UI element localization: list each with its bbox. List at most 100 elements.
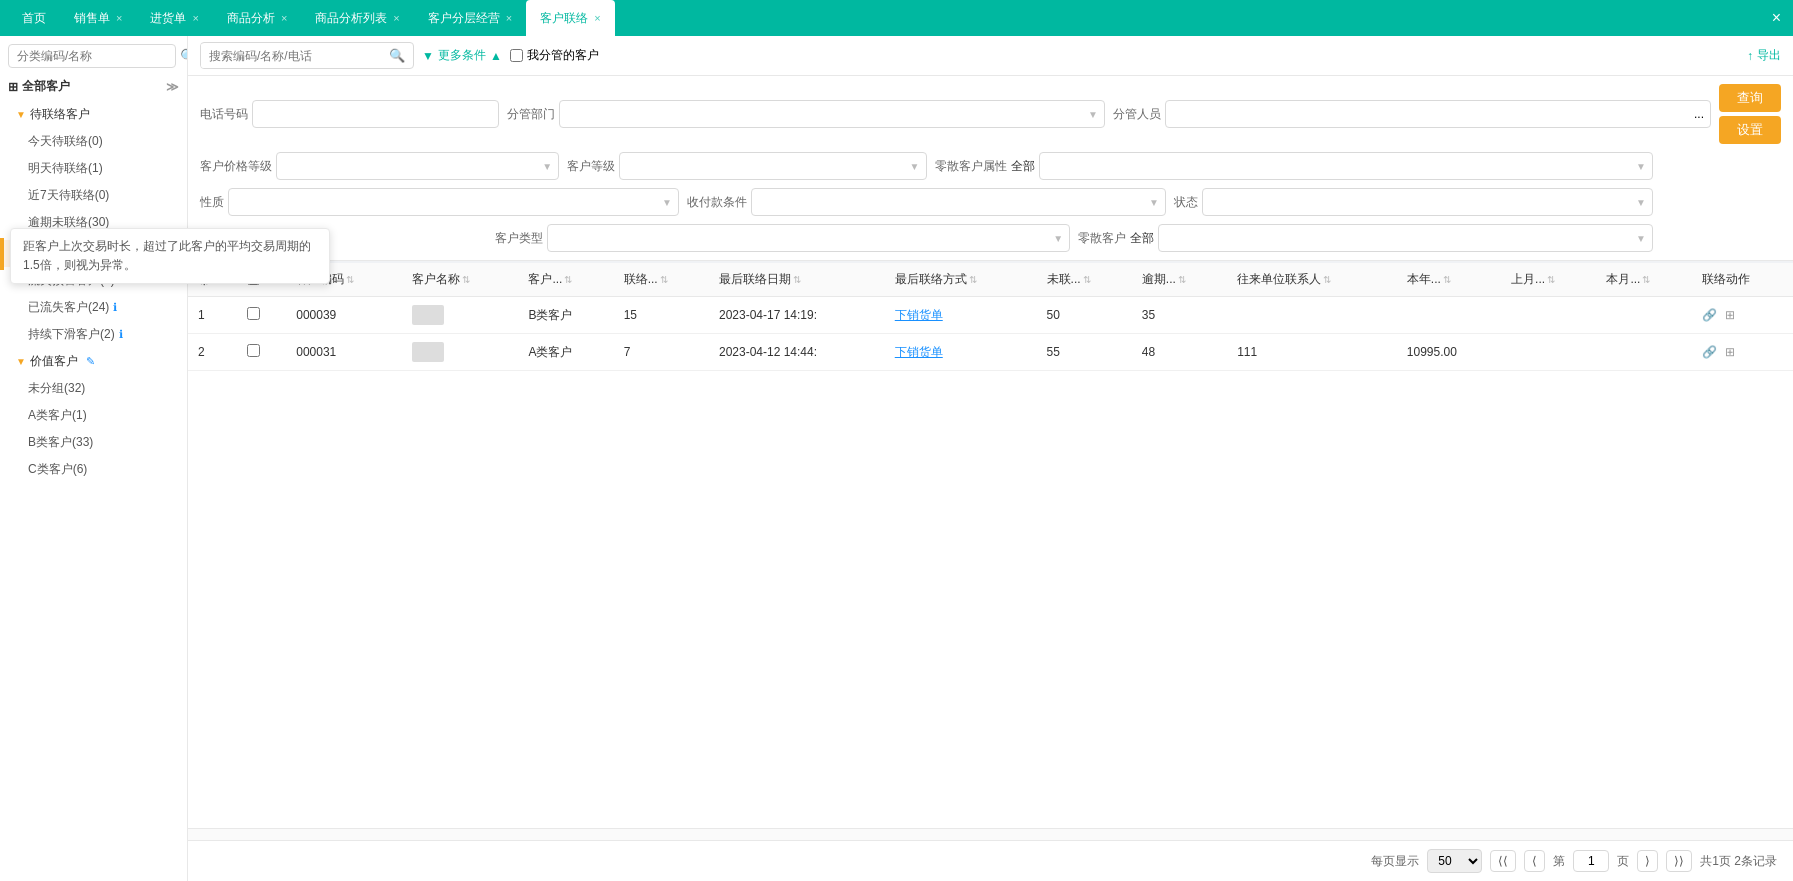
nav-item-analysis-list[interactable]: 商品分析列表 ×: [301, 0, 413, 36]
nav-close-purchase[interactable]: ×: [192, 12, 198, 24]
sidebar-item-ungroup[interactable]: 未分组(32): [0, 375, 187, 402]
th-type[interactable]: 客户...⇅: [518, 263, 613, 297]
td-checkbox-2[interactable]: [237, 334, 286, 371]
nav-close-analysis-list[interactable]: ×: [393, 12, 399, 24]
contact-icon-2[interactable]: 🔗: [1702, 345, 1717, 359]
my-customers-label: 我分管的客户: [527, 47, 599, 64]
status-select[interactable]: ▼: [1202, 188, 1653, 216]
th-this-month[interactable]: 本月...⇅: [1596, 263, 1691, 297]
sort-overdue-icon[interactable]: ⇅: [1178, 274, 1186, 285]
sort-last-date-icon[interactable]: ⇅: [793, 274, 801, 285]
nav-item-analysis[interactable]: 商品分析 ×: [213, 0, 301, 36]
sidebar-pending-header[interactable]: ▼ 待联络客户: [0, 101, 187, 128]
sidebar-item-7days[interactable]: 近7天待联络(0): [0, 182, 187, 209]
customer-level-select[interactable]: ▼: [619, 152, 926, 180]
sort-lmonth-icon[interactable]: ⇅: [1547, 274, 1555, 285]
phone-input[interactable]: [252, 100, 499, 128]
sidebar-all-customers[interactable]: ⊞ 全部客户 ≫: [0, 72, 187, 101]
td-last-method-2[interactable]: 下销货单: [885, 334, 1037, 371]
sidebar-item-b-class[interactable]: B类客户(33): [0, 429, 187, 456]
export-icon: ↑: [1747, 49, 1753, 63]
page-suffix: 页: [1617, 853, 1629, 870]
row1-checkbox[interactable]: [247, 307, 260, 320]
sidebar-item-a-class[interactable]: A类客户(1): [0, 402, 187, 429]
main-search-icon[interactable]: 🔍: [381, 43, 413, 68]
per-page-select[interactable]: 50 100 200: [1427, 849, 1482, 873]
already-lost-info-icon[interactable]: ℹ: [113, 301, 117, 314]
td-code-1: 000039: [286, 297, 402, 334]
filter-icon: ▼: [422, 49, 434, 63]
nav-item-contact[interactable]: 客户联络 ×: [526, 0, 614, 36]
nav-item-home[interactable]: 首页: [8, 0, 60, 36]
td-checkbox-1[interactable]: [237, 297, 286, 334]
declining-info-icon[interactable]: ℹ: [119, 328, 123, 341]
sort-code-icon[interactable]: ⇅: [346, 274, 354, 285]
value-edit-icon[interactable]: ✎: [86, 355, 95, 368]
retail-select[interactable]: ▼: [1158, 224, 1653, 252]
td-overdue-2: 48: [1132, 334, 1227, 371]
retail-attr-select[interactable]: ▼: [1039, 152, 1654, 180]
close-all-button[interactable]: ×: [1772, 9, 1781, 27]
gender-select[interactable]: ▼: [228, 188, 679, 216]
nav-close-sales[interactable]: ×: [116, 12, 122, 24]
sidebar-item-already-lost[interactable]: 已流失客户(24) ℹ: [0, 294, 187, 321]
row2-checkbox[interactable]: [247, 344, 260, 357]
sort-year-icon[interactable]: ⇅: [1443, 274, 1451, 285]
sidebar-item-c-class[interactable]: C类客户(6): [0, 456, 187, 483]
sort-unit-icon[interactable]: ⇅: [1323, 274, 1331, 285]
nav-close-segmentation[interactable]: ×: [506, 12, 512, 24]
sidebar-item-declining[interactable]: 持续下滑客户(2) ℹ: [0, 321, 187, 348]
sort-type-icon[interactable]: ⇅: [564, 274, 572, 285]
sort-uncontact-icon[interactable]: ⇅: [1083, 274, 1091, 285]
nav-item-purchase[interactable]: 进货单 ×: [136, 0, 212, 36]
nav-item-sales[interactable]: 销售单 ×: [60, 0, 136, 36]
person-select[interactable]: ...: [1165, 100, 1711, 128]
qr-icon-2[interactable]: ⊞: [1725, 345, 1735, 359]
my-customers-checkbox[interactable]: [510, 49, 523, 62]
sort-name-icon[interactable]: ⇅: [462, 274, 470, 285]
customer-type-select[interactable]: ▼: [547, 224, 1070, 252]
more-conditions-btn[interactable]: ▼ 更多条件 ▲: [422, 47, 502, 64]
prev-page-btn[interactable]: ⟨: [1524, 850, 1545, 872]
th-last-method[interactable]: 最后联络方式⇅: [885, 263, 1037, 297]
sidebar-collapse-btn[interactable]: ≫: [166, 80, 179, 94]
export-button[interactable]: ↑ 导出: [1747, 47, 1781, 64]
nav-close-contact[interactable]: ×: [594, 12, 600, 24]
th-current-year[interactable]: 本年...⇅: [1397, 263, 1501, 297]
page-input[interactable]: [1573, 850, 1609, 872]
sort-tmonth-icon[interactable]: ⇅: [1642, 274, 1650, 285]
price-level-select[interactable]: ▼: [276, 152, 559, 180]
th-name[interactable]: 客户名称⇅: [402, 263, 518, 297]
dept-select[interactable]: ▼: [559, 100, 1105, 128]
sidebar-search-icon[interactable]: 🔍: [180, 48, 188, 64]
first-page-btn[interactable]: ⟨⟨: [1490, 850, 1516, 872]
th-last-date[interactable]: 最后联络日期⇅: [709, 263, 885, 297]
filter-row-3: 性质 ▼ 收付款条件 ▼ 状态 ▼: [200, 188, 1781, 216]
nav-close-analysis[interactable]: ×: [281, 12, 287, 24]
nav-item-segmentation[interactable]: 客户分层经营 ×: [414, 0, 526, 36]
contact-icon-1[interactable]: 🔗: [1702, 308, 1717, 322]
qr-icon-1[interactable]: ⊞: [1725, 308, 1735, 322]
td-last-method-1[interactable]: 下销货单: [885, 297, 1037, 334]
sidebar-item-tomorrow[interactable]: 明天待联络(1): [0, 155, 187, 182]
query-button[interactable]: 查询: [1719, 84, 1781, 112]
th-unit-contact[interactable]: 往来单位联系人⇅: [1227, 263, 1397, 297]
last-page-btn[interactable]: ⟩⟩: [1666, 850, 1692, 872]
settings-button[interactable]: 设置: [1719, 116, 1781, 144]
next-page-btn[interactable]: ⟩: [1637, 850, 1658, 872]
main-search-input[interactable]: [201, 44, 381, 68]
th-overdue[interactable]: 逾期...⇅: [1132, 263, 1227, 297]
last-method-link-2[interactable]: 下销货单: [895, 345, 943, 359]
sidebar-item-today[interactable]: 今天待联络(0): [0, 128, 187, 155]
horizontal-scrollbar[interactable]: [188, 828, 1793, 840]
sort-last-method-icon[interactable]: ⇅: [969, 274, 977, 285]
th-contact[interactable]: 联络...⇅: [614, 263, 709, 297]
my-customers-check[interactable]: 我分管的客户: [510, 47, 599, 64]
th-last-month[interactable]: 上月...⇅: [1501, 263, 1596, 297]
sort-contact-icon[interactable]: ⇅: [660, 274, 668, 285]
last-method-link-1[interactable]: 下销货单: [895, 308, 943, 322]
sidebar-search-input[interactable]: [8, 44, 176, 68]
th-uncontact[interactable]: 未联...⇅: [1037, 263, 1132, 297]
sidebar-value-header[interactable]: ▼ 价值客户 ✎: [0, 348, 187, 375]
payment-select[interactable]: ▼: [751, 188, 1166, 216]
